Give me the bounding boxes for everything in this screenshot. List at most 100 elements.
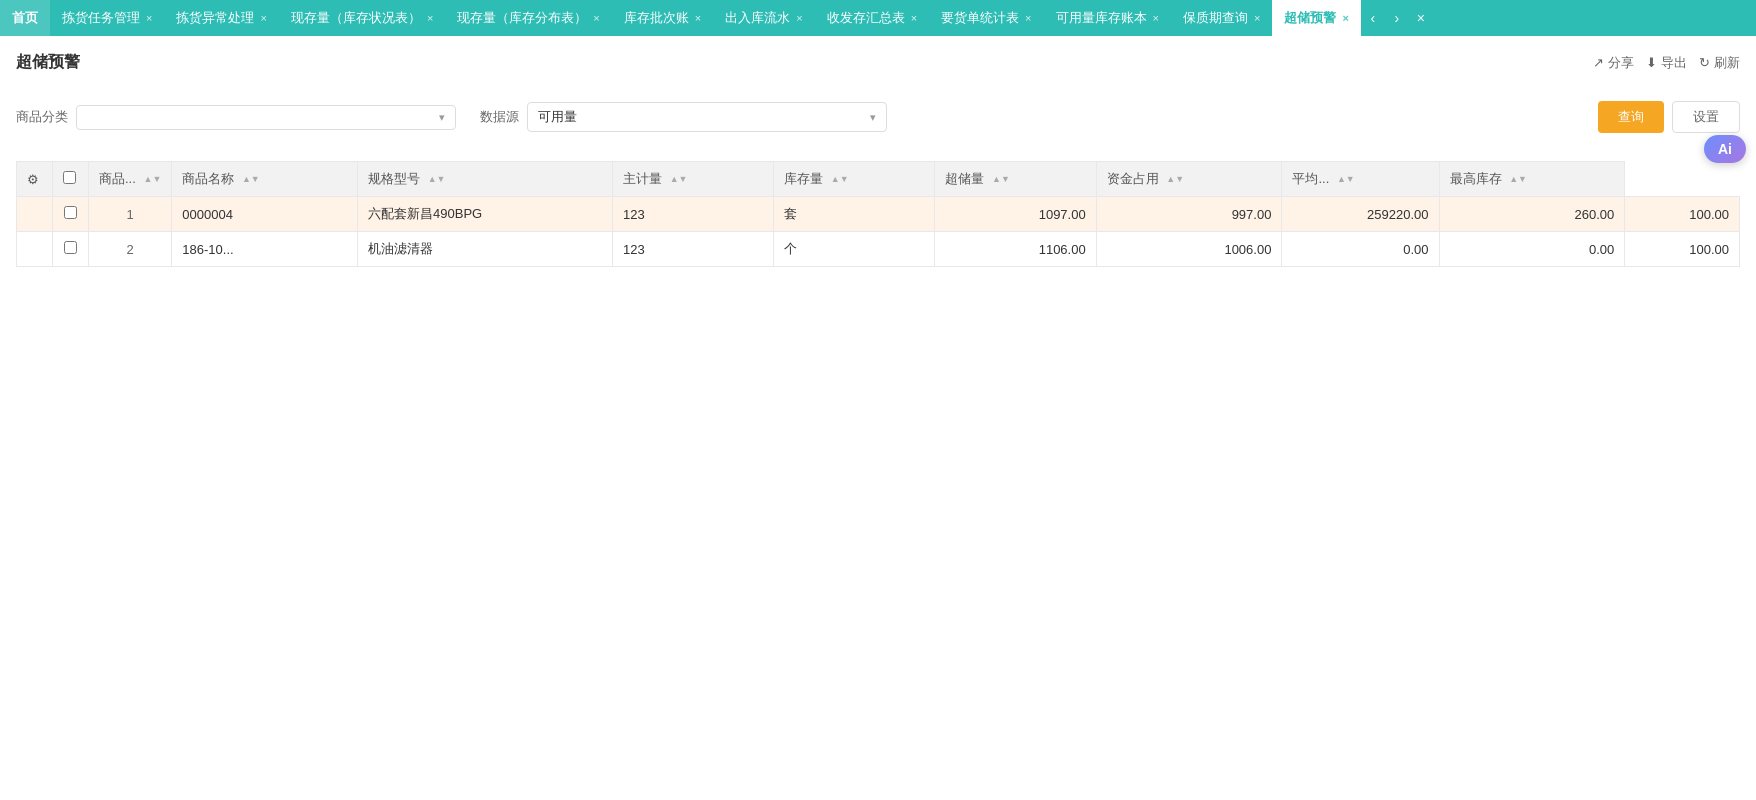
ai-button[interactable]: Ai xyxy=(1704,135,1746,163)
nav-summary-table[interactable]: 收发存汇总表 × xyxy=(815,0,929,36)
nav-shelf-life[interactable]: 保质期查询 × xyxy=(1171,0,1272,36)
close-icon[interactable]: × xyxy=(695,12,701,24)
table-row: 2 186-10... 机油滤清器 123 个 1106.00 1006.00 … xyxy=(17,232,1740,267)
datasource-select-value: 可用量 xyxy=(538,108,577,126)
data-table: ⚙ 商品... ▲▼ 商品名称 ▲▼ 规格型号 ▲▼ 主计 xyxy=(16,161,1740,267)
nav-batch-account[interactable]: 库存批次账 × xyxy=(612,0,713,36)
row-unit: 个 xyxy=(774,232,935,267)
nav-available-book[interactable]: 可用量库存账本 × xyxy=(1044,0,1171,36)
row-gear-cell xyxy=(17,232,53,267)
row-checkbox-cell[interactable] xyxy=(53,232,89,267)
row-avg-price: 260.00 xyxy=(1439,197,1625,232)
row-product-code: 186-10... xyxy=(172,232,358,267)
close-icon[interactable]: × xyxy=(911,12,917,24)
sort-icon: ▲▼ xyxy=(1166,175,1184,184)
row-stock-qty: 1106.00 xyxy=(935,232,1096,267)
datasource-filter-label: 数据源 xyxy=(480,108,519,126)
nav-stock-dist[interactable]: 现存量（库存分布表） × xyxy=(445,0,611,36)
th-checkbox[interactable] xyxy=(53,162,89,197)
nav-order-stats[interactable]: 要货单统计表 × xyxy=(929,0,1043,36)
refresh-icon: ↻ xyxy=(1699,55,1710,70)
row-unit: 套 xyxy=(774,197,935,232)
category-filter-label: 商品分类 xyxy=(16,108,68,126)
close-icon[interactable]: × xyxy=(260,12,266,24)
nav-pick-task[interactable]: 拣货任务管理 × xyxy=(50,0,164,36)
nav-overstock-warning[interactable]: 超储预警 × xyxy=(1272,0,1360,36)
row-stock-qty: 1097.00 xyxy=(935,197,1096,232)
refresh-button[interactable]: ↻ 刷新 xyxy=(1699,54,1740,72)
close-icon[interactable]: × xyxy=(1153,12,1159,24)
gear-icon: ⚙ xyxy=(27,172,39,187)
export-icon: ⬇ xyxy=(1646,55,1657,70)
nav-inout-flow[interactable]: 出入库流水 × xyxy=(713,0,814,36)
settings-button[interactable]: 设置 xyxy=(1672,101,1740,133)
select-all-checkbox[interactable] xyxy=(63,171,76,184)
share-icon: ↗ xyxy=(1593,55,1604,70)
header-actions: ↗ 分享 ⬇ 导出 ↻ 刷新 xyxy=(1593,54,1740,72)
sort-icon: ▲▼ xyxy=(1509,175,1527,184)
query-button[interactable]: 查询 xyxy=(1598,101,1664,133)
export-button[interactable]: ⬇ 导出 xyxy=(1646,54,1687,72)
row-checkbox[interactable] xyxy=(64,241,77,254)
page-content: 超储预警 ↗ 分享 ⬇ 导出 ↻ 刷新 商品分类 ▾ 数据源 xyxy=(0,36,1756,800)
datasource-select[interactable]: 可用量 ▾ xyxy=(527,102,887,132)
th-unit[interactable]: 主计量 ▲▼ xyxy=(613,162,774,197)
close-icon[interactable]: × xyxy=(593,12,599,24)
th-spec[interactable]: 规格型号 ▲▼ xyxy=(358,162,613,197)
row-num-inline: 2 xyxy=(89,232,172,267)
row-product-name: 机油滤清器 xyxy=(358,232,613,267)
nav-home[interactable]: 首页 xyxy=(0,0,50,36)
th-capital-used[interactable]: 资金占用 ▲▼ xyxy=(1096,162,1282,197)
share-button[interactable]: ↗ 分享 xyxy=(1593,54,1634,72)
nav-next-arrow[interactable]: › xyxy=(1385,0,1409,36)
filter-actions: 查询 设置 xyxy=(1598,101,1740,133)
row-checkbox[interactable] xyxy=(64,206,77,219)
page-title: 超储预警 xyxy=(16,52,80,73)
close-icon[interactable]: × xyxy=(146,12,152,24)
sort-icon: ▲▼ xyxy=(670,175,688,184)
sort-icon: ▲▼ xyxy=(992,175,1010,184)
close-icon[interactable]: × xyxy=(427,12,433,24)
table-row: 1 0000004 六配套新昌490BPG 123 套 1097.00 997.… xyxy=(17,197,1740,232)
sort-icon: ▲▼ xyxy=(143,175,161,184)
row-product-name: 六配套新昌490BPG xyxy=(358,197,613,232)
row-spec: 123 xyxy=(613,232,774,267)
row-checkbox-cell[interactable] xyxy=(53,197,89,232)
row-max-stock: 100.00 xyxy=(1625,232,1740,267)
chevron-down-icon: ▾ xyxy=(870,111,876,124)
row-capital-used: 259220.00 xyxy=(1282,197,1439,232)
nav-stock-status[interactable]: 现存量（库存状况表） × xyxy=(279,0,445,36)
nav-close-all-button[interactable]: × xyxy=(1409,0,1433,36)
sort-icon: ▲▼ xyxy=(831,175,849,184)
row-avg-price: 0.00 xyxy=(1439,232,1625,267)
th-product-code[interactable]: 商品... ▲▼ xyxy=(89,162,172,197)
top-nav: 首页 拣货任务管理 × 拣货异常处理 × 现存量（库存状况表） × 现存量（库存… xyxy=(0,0,1756,36)
row-overstock-qty: 997.00 xyxy=(1096,197,1282,232)
sort-icon: ▲▼ xyxy=(1337,175,1355,184)
row-product-code: 0000004 xyxy=(172,197,358,232)
th-avg-price[interactable]: 平均... ▲▼ xyxy=(1282,162,1439,197)
filter-area: 商品分类 ▾ 数据源 可用量 ▾ 查询 设置 xyxy=(16,89,1740,145)
th-gear[interactable]: ⚙ xyxy=(17,162,53,197)
row-capital-used: 0.00 xyxy=(1282,232,1439,267)
th-overstock-qty[interactable]: 超储量 ▲▼ xyxy=(935,162,1096,197)
th-stock-qty[interactable]: 库存量 ▲▼ xyxy=(774,162,935,197)
close-icon[interactable]: × xyxy=(1254,12,1260,24)
th-max-stock[interactable]: 最高库存 ▲▼ xyxy=(1439,162,1625,197)
sort-icon: ▲▼ xyxy=(428,175,446,184)
close-icon[interactable]: × xyxy=(796,12,802,24)
nav-pick-exception[interactable]: 拣货异常处理 × xyxy=(164,0,278,36)
row-overstock-qty: 1006.00 xyxy=(1096,232,1282,267)
category-filter-item: 商品分类 ▾ xyxy=(16,105,456,130)
sort-icon: ▲▼ xyxy=(242,175,260,184)
close-icon[interactable]: × xyxy=(1342,12,1348,24)
category-select[interactable]: ▾ xyxy=(76,105,456,130)
datasource-filter-item: 数据源 可用量 ▾ xyxy=(480,102,887,132)
row-num-inline: 1 xyxy=(89,197,172,232)
th-product-name[interactable]: 商品名称 ▲▼ xyxy=(172,162,358,197)
row-spec: 123 xyxy=(613,197,774,232)
table-header-row: ⚙ 商品... ▲▼ 商品名称 ▲▼ 规格型号 ▲▼ 主计 xyxy=(17,162,1740,197)
nav-prev-arrow[interactable]: ‹ xyxy=(1361,0,1385,36)
page-header: 超储预警 ↗ 分享 ⬇ 导出 ↻ 刷新 xyxy=(16,52,1740,73)
close-icon[interactable]: × xyxy=(1025,12,1031,24)
